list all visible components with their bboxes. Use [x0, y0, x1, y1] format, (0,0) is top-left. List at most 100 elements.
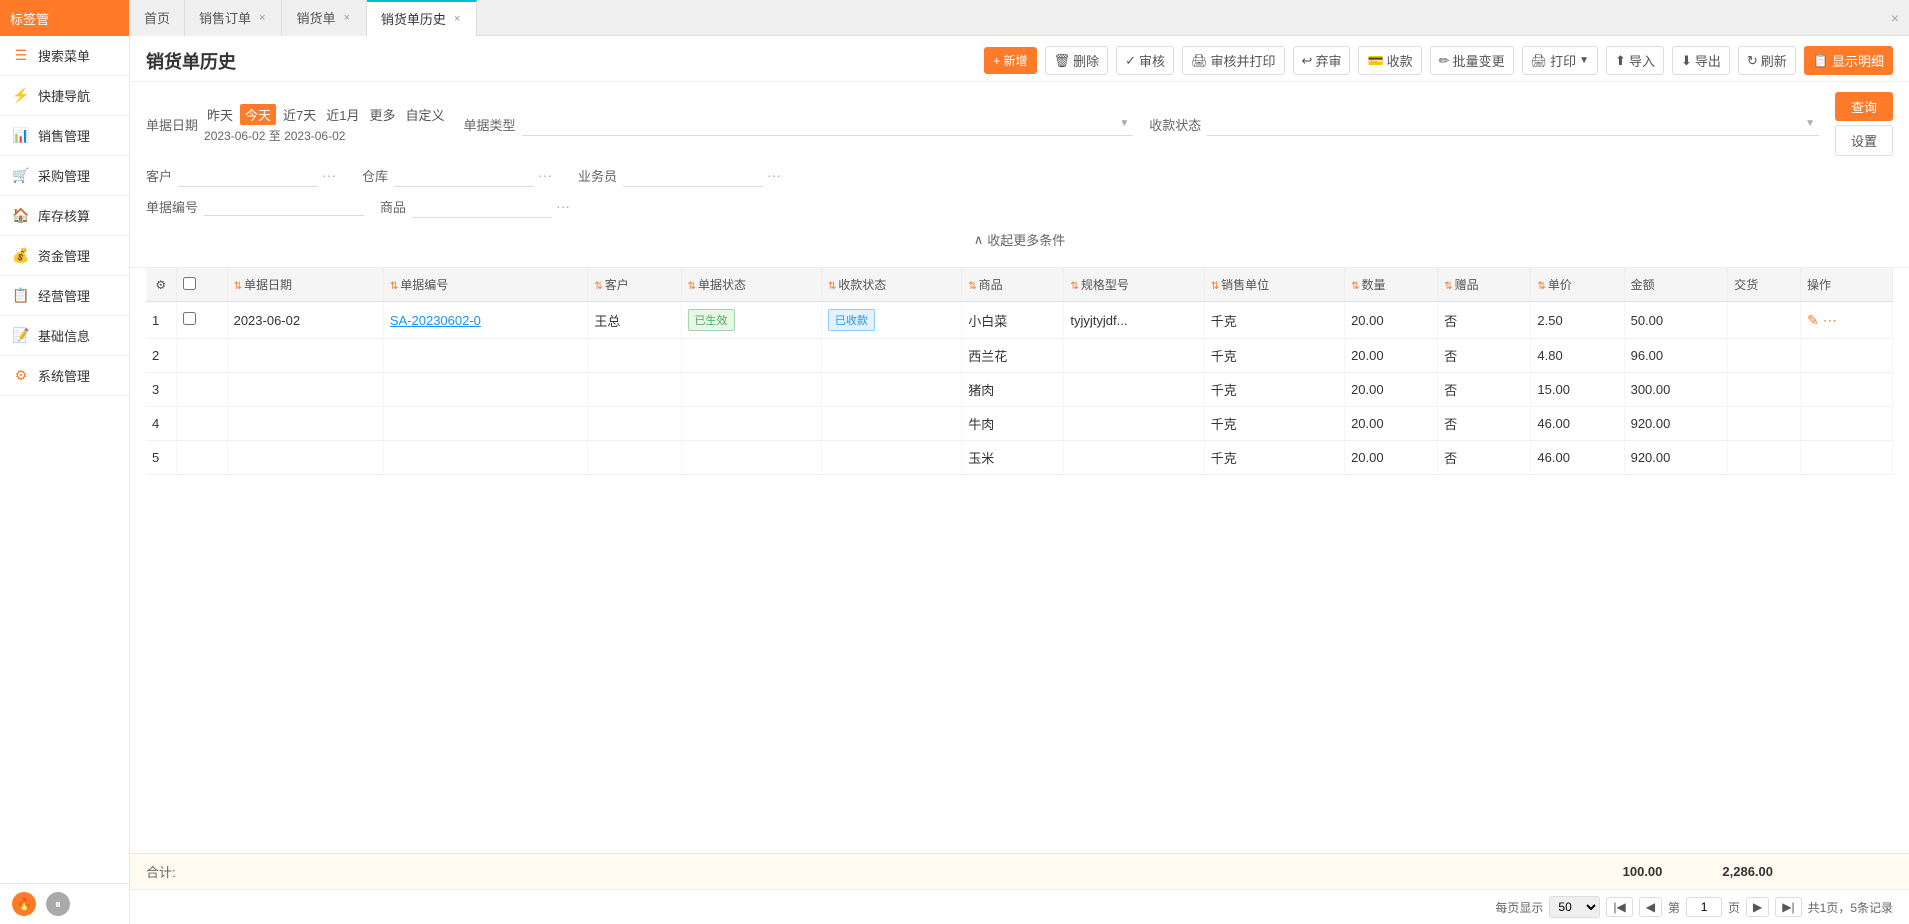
table-checkbox-col[interactable]	[176, 268, 227, 302]
date-tab-7days[interactable]: 近7天	[280, 104, 319, 125]
table-col-customer[interactable]: ⇅客户	[588, 268, 681, 302]
doc-no-link[interactable]: SA-20230602-0	[390, 313, 481, 328]
audit-print-button[interactable]: 🖨 审核并打印	[1182, 46, 1285, 75]
sidebar-item-search-menu[interactable]: ☰ 搜索菜单	[0, 36, 129, 76]
tab-sales-order-close[interactable]: ×	[257, 12, 267, 24]
row-checkbox-cell[interactable]	[176, 407, 227, 441]
table-col-spec[interactable]: ⇅规格型号	[1064, 268, 1204, 302]
sidebar-item-basic-info[interactable]: 📝 基础信息	[0, 316, 129, 356]
table-col-collection-status[interactable]: ⇅收款状态	[821, 268, 961, 302]
delete-button[interactable]: 🗑 删除	[1045, 46, 1109, 75]
tab-home[interactable]: 首页	[130, 0, 185, 36]
tab-sales-order[interactable]: 销售订单 ×	[185, 0, 282, 36]
goods-ellipsis-icon[interactable]: ···	[556, 198, 570, 214]
import-button[interactable]: ⬆ 导入	[1606, 46, 1664, 75]
show-detail-button[interactable]: 📋 显示明细	[1804, 46, 1893, 75]
sidebar-item-inventory[interactable]: 🏠 库存核算	[0, 196, 129, 236]
last-page-button[interactable]: ▶|	[1775, 897, 1801, 917]
doc-type-input[interactable]	[526, 115, 1120, 133]
table-settings-col[interactable]: ⚙	[146, 268, 176, 302]
refresh-button[interactable]: ↻ 刷新	[1738, 46, 1796, 75]
table-col-doc-date[interactable]: ⇅单据日期	[227, 268, 383, 302]
sidebar-item-system[interactable]: ⚙ 系统管理	[0, 356, 129, 396]
doc-no-input[interactable]	[204, 197, 364, 216]
row-actions	[1801, 339, 1893, 373]
sort-icon-sales-unit: ⇅	[1211, 281, 1219, 292]
table-col-doc-no[interactable]: ⇅单据编号	[383, 268, 588, 302]
sidebar-item-label: 资金管理	[38, 246, 90, 265]
row-checkbox-cell[interactable]	[176, 441, 227, 475]
doc-type-dropdown-icon[interactable]: ▼	[1119, 118, 1129, 129]
row-checkbox-cell[interactable]	[176, 302, 227, 339]
row-doc-status	[681, 373, 821, 407]
sidebar-item-label: 采购管理	[38, 166, 90, 185]
collect-button[interactable]: 💳 收款	[1358, 46, 1421, 75]
row-checkbox-cell[interactable]	[176, 339, 227, 373]
customer-input[interactable]	[182, 166, 322, 184]
customer-ellipsis-icon[interactable]: ···	[322, 167, 336, 183]
page-size-select[interactable]: 50 10 20 100	[1549, 896, 1600, 918]
page-header: 销货单历史 + 新增 🗑 删除 ✓ 审核 🖨 审核并打印 ↩ 弃审	[130, 36, 1909, 82]
row-unit-price: 15.00	[1531, 373, 1624, 407]
sort-icon-quantity: ⇅	[1351, 281, 1359, 292]
date-tab-yesterday[interactable]: 昨天	[204, 104, 236, 125]
filter-area: 单据日期 昨天 今天 近7天 近1月 更多 自定义 2023-06-02 至 2…	[130, 82, 1909, 268]
first-page-button[interactable]: |◀	[1606, 897, 1632, 917]
salesman-ellipsis-icon[interactable]: ···	[767, 167, 781, 183]
edit-action[interactable]: ✎	[1807, 312, 1819, 328]
new-button[interactable]: + 新增	[984, 47, 1036, 74]
sidebar-item-finance[interactable]: 💰 资金管理	[0, 236, 129, 276]
table-col-sales-unit[interactable]: ⇅销售单位	[1204, 268, 1344, 302]
select-all-checkbox[interactable]	[183, 277, 196, 290]
sidebar-item-purchase-mgmt[interactable]: 🛒 采购管理	[0, 156, 129, 196]
date-tab-1month[interactable]: 近1月	[323, 104, 362, 125]
sidebar-item-label: 经营管理	[38, 286, 90, 305]
next-page-button[interactable]: ▶	[1746, 897, 1769, 917]
batch-change-button[interactable]: ✏ 批量变更	[1430, 46, 1514, 75]
collapse-button[interactable]: ∧ 收起更多条件	[146, 226, 1893, 253]
sidebar-item-quick-nav[interactable]: ⚡ 快捷导航	[0, 76, 129, 116]
date-tab-custom[interactable]: 自定义	[403, 104, 448, 125]
table-col-goods[interactable]: ⇅商品	[962, 268, 1064, 302]
tab-delivery-close[interactable]: ×	[341, 12, 351, 24]
filter-settings-button[interactable]: 设置	[1835, 125, 1893, 156]
more-action[interactable]: ⋯	[1823, 312, 1837, 328]
tab-delivery-history-close[interactable]: ×	[452, 13, 462, 25]
print-button[interactable]: 🖨 打印 ▼	[1522, 46, 1598, 75]
row-transaction	[1728, 407, 1801, 441]
collection-status-input[interactable]	[1211, 115, 1805, 133]
audit-button[interactable]: ✓ 审核	[1116, 46, 1174, 75]
filter-row-3: 单据编号 商品 ···	[146, 195, 1893, 218]
page-number-input[interactable]	[1686, 897, 1722, 917]
collection-status-dropdown-icon[interactable]: ▼	[1805, 118, 1815, 129]
tab-delivery-history[interactable]: 销货单历史 ×	[367, 0, 477, 36]
tab-delivery[interactable]: 销货单 ×	[282, 0, 366, 36]
abandon-button[interactable]: ↩ 弃审	[1293, 46, 1351, 75]
table-col-gift[interactable]: ⇅赠品	[1438, 268, 1531, 302]
goods-input[interactable]	[416, 197, 556, 215]
row-transaction	[1728, 441, 1801, 475]
warehouse-input[interactable]	[398, 166, 538, 184]
row-spec	[1064, 373, 1204, 407]
sidebar-item-sales-mgmt[interactable]: 📊 销售管理	[0, 116, 129, 156]
close-all-button[interactable]: ×	[1881, 10, 1909, 26]
table-col-quantity[interactable]: ⇅数量	[1345, 268, 1438, 302]
row-checkbox-cell[interactable]	[176, 373, 227, 407]
row-doc-status: 已生效	[681, 302, 821, 339]
export-button[interactable]: ⬇ 导出	[1672, 46, 1730, 75]
warehouse-ellipsis-icon[interactable]: ···	[538, 167, 552, 183]
prev-page-button[interactable]: ◀	[1639, 897, 1662, 917]
sidebar-bottom-pause[interactable]: ⏸	[46, 892, 70, 916]
row-checkbox[interactable]	[183, 312, 196, 325]
salesman-input[interactable]	[627, 166, 767, 184]
sidebar-bottom-fire[interactable]: 🔥	[12, 892, 36, 916]
date-tab-today[interactable]: 今天	[240, 104, 276, 125]
row-sales-unit: 千克	[1204, 407, 1344, 441]
date-tab-more[interactable]: 更多	[367, 104, 399, 125]
query-button[interactable]: 查询	[1835, 92, 1893, 121]
table-col-unit-price[interactable]: ⇅单价	[1531, 268, 1624, 302]
table-col-doc-status[interactable]: ⇅单据状态	[681, 268, 821, 302]
sidebar-item-operations[interactable]: 📋 经营管理	[0, 276, 129, 316]
page-of-label: 页	[1728, 899, 1740, 916]
main-area: 首页 销售订单 × 销货单 × 销货单历史 × × 销货单历史 + 新增 🗑 删…	[130, 0, 1909, 924]
